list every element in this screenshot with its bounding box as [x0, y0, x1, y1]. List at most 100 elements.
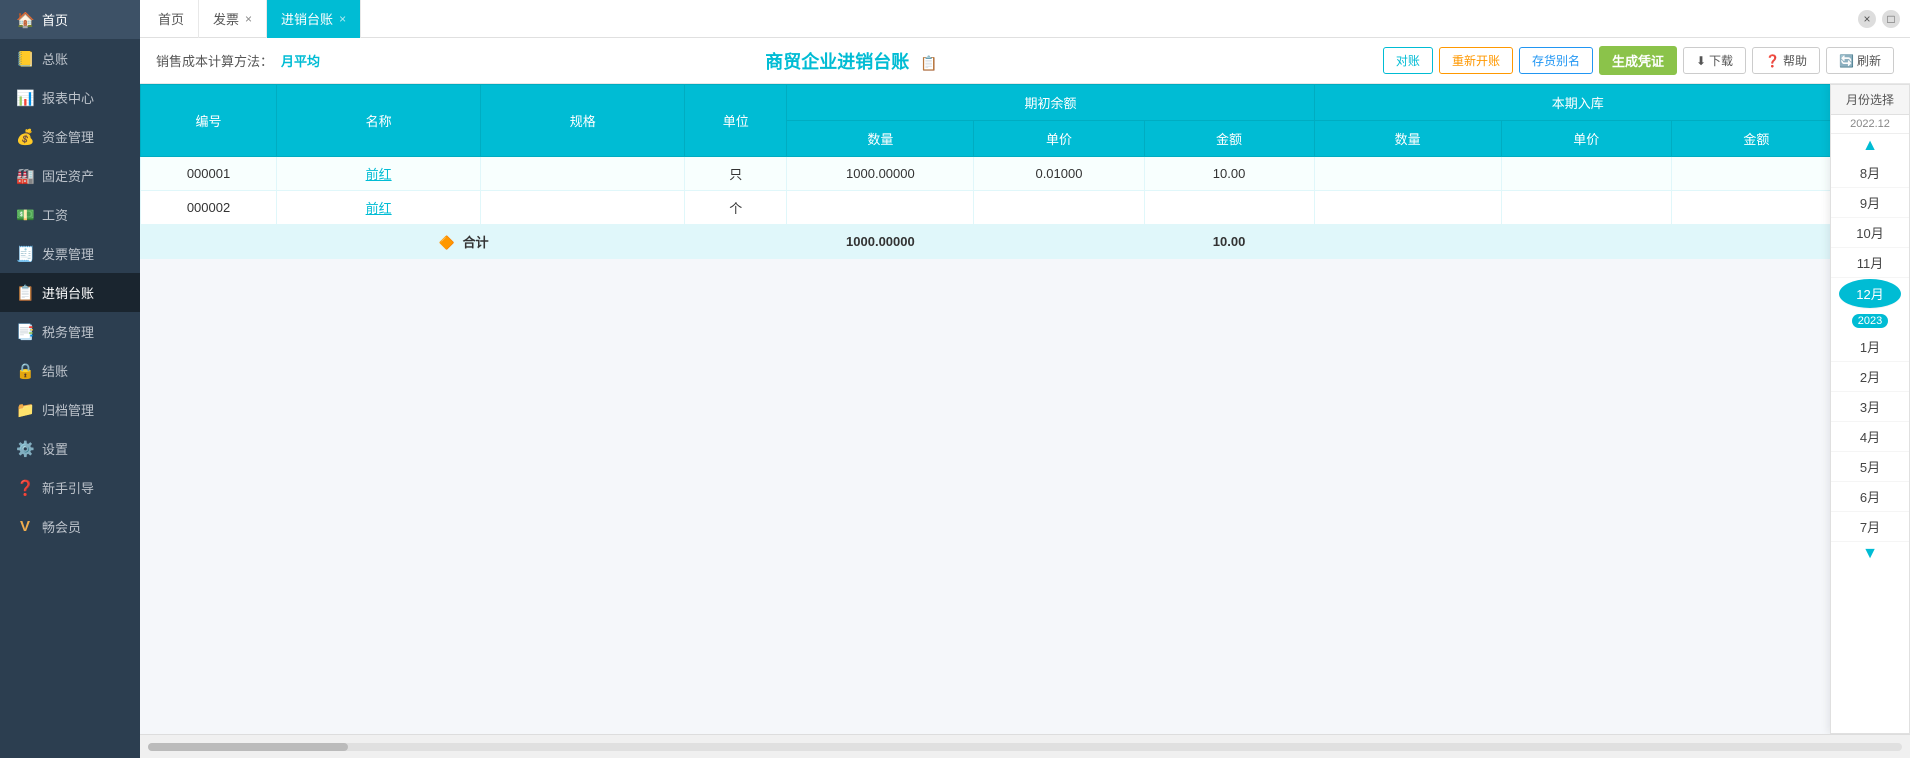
month-year-2022: 2022.12: [1831, 115, 1909, 134]
cell-amount-in: [1671, 157, 1841, 191]
toolbar: 销售成本计算方法： 月平均 商贸企业进销台账 📋 对账 重新开账 存货别名 生成…: [140, 38, 1910, 84]
sidebar-item-label: 工资: [42, 205, 68, 224]
maximize-window-button[interactable]: □: [1882, 10, 1900, 28]
total-amount-in: [1671, 225, 1841, 259]
reopen-button[interactable]: 重新开账: [1439, 47, 1513, 74]
inventory-table: 编号 名称 规格 单位 期初余额 本期入库 数 数量 单价 金额 数: [140, 84, 1910, 259]
total-label: 🔶 合计: [141, 225, 787, 259]
tab-home[interactable]: 首页: [144, 0, 199, 38]
sidebar-item-member[interactable]: V 畅会员: [0, 507, 140, 546]
month-item-9[interactable]: 9月: [1831, 188, 1909, 218]
col-header-name: 名称: [277, 85, 481, 157]
tab-label: 进销台账: [281, 9, 333, 28]
table-row: 000002 前红 个: [141, 191, 1910, 225]
sidebar-item-fixed-assets[interactable]: 🏭 固定资产: [0, 156, 140, 195]
sidebar: 🏠 首页 📒 总账 📊 报表中心 💰 资金管理 🏭 固定资产 💵 工资 🧾 发票…: [0, 0, 140, 758]
month-item-12-active[interactable]: 12月: [1839, 279, 1901, 309]
col-sub-qty-in: 数量: [1314, 121, 1501, 157]
scrollbar-thumb[interactable]: [148, 743, 348, 751]
page-title: 商贸企业进销台账 📋: [328, 48, 1375, 74]
refresh-button[interactable]: 🔄 刷新: [1826, 47, 1894, 74]
col-sub-amount-open: 金额: [1144, 121, 1314, 157]
cell-amount-in: [1671, 191, 1841, 225]
ledger-icon: 📒: [16, 50, 34, 68]
sidebar-item-fund-management[interactable]: 💰 资金管理: [0, 117, 140, 156]
sidebar-item-purchase-sales[interactable]: 📋 进销台账: [0, 273, 140, 312]
month-item-4[interactable]: 4月: [1831, 422, 1909, 452]
tab-invoice[interactable]: 发票 ×: [199, 0, 267, 38]
scrollbar[interactable]: [140, 734, 1910, 758]
sidebar-item-closing[interactable]: 🔒 结账: [0, 351, 140, 390]
sidebar-item-label: 畅会员: [42, 517, 81, 536]
salary-icon: 💵: [16, 206, 34, 224]
report-icon: 📊: [16, 89, 34, 107]
cell-qty-open: [787, 191, 974, 225]
col-header-code: 编号: [141, 85, 277, 157]
tax-icon: 📑: [16, 323, 34, 341]
tab-close-purchase-sales[interactable]: ×: [339, 12, 346, 26]
cell-qty-in: [1314, 191, 1501, 225]
total-qty-open: 1000.00000: [787, 225, 974, 259]
sidebar-item-salary[interactable]: 💵 工资: [0, 195, 140, 234]
sidebar-item-guide[interactable]: ❓ 新手引导: [0, 468, 140, 507]
sidebar-item-archive-management[interactable]: 📁 归档管理: [0, 390, 140, 429]
save-alias-button[interactable]: 存货别名: [1519, 47, 1593, 74]
sidebar-item-report-center[interactable]: 📊 报表中心: [0, 78, 140, 117]
col-sub-price-open: 单价: [974, 121, 1144, 157]
main-area: 首页 发票 × 进销台账 × × □ 销售成本计算方法： 月平均 商贸企业进销台…: [140, 0, 1910, 758]
cost-method-value: 月平均: [281, 51, 320, 70]
cell-unit: 个: [685, 191, 787, 225]
month-item-2[interactable]: 2月: [1831, 362, 1909, 392]
cell-code: 000001: [141, 157, 277, 191]
sidebar-item-settings[interactable]: ⚙️ 设置: [0, 429, 140, 468]
sidebar-item-invoice-management[interactable]: 🧾 发票管理: [0, 234, 140, 273]
close-window-button[interactable]: ×: [1858, 10, 1876, 28]
month-item-10[interactable]: 10月: [1831, 218, 1909, 248]
download-button[interactable]: ⬇ 下载: [1683, 47, 1746, 74]
total-qty-in: [1314, 225, 1501, 259]
month-item-6[interactable]: 6月: [1831, 482, 1909, 512]
month-nav-down[interactable]: ▼: [1831, 542, 1909, 566]
assets-icon: 🏭: [16, 167, 34, 185]
toolbar-actions: 对账 重新开账 存货别名 生成凭证 ⬇ 下载 ❓ 帮助 🔄 刷新: [1383, 46, 1894, 75]
help-button[interactable]: ❓ 帮助: [1752, 47, 1820, 74]
invoice-icon: 🧾: [16, 245, 34, 263]
sidebar-item-label: 首页: [42, 10, 68, 29]
month-item-3[interactable]: 3月: [1831, 392, 1909, 422]
month-item-8[interactable]: 8月: [1831, 158, 1909, 188]
content: 销售成本计算方法： 月平均 商贸企业进销台账 📋 对账 重新开账 存货别名 生成…: [140, 38, 1910, 758]
sidebar-item-label: 归档管理: [42, 400, 94, 419]
scrollbar-track[interactable]: [148, 743, 1902, 751]
month-item-1[interactable]: 1月: [1831, 332, 1909, 362]
generate-voucher-button[interactable]: 生成凭证: [1599, 46, 1677, 75]
sidebar-item-label: 税务管理: [42, 322, 94, 341]
archive-icon: 📁: [16, 401, 34, 419]
tab-close-invoice[interactable]: ×: [245, 12, 252, 26]
cell-code: 000002: [141, 191, 277, 225]
title-text: 商贸企业进销台账: [765, 52, 909, 72]
tab-label: 发票: [213, 9, 239, 28]
cell-qty-open: 1000.00000: [787, 157, 974, 191]
col-sub-price-in: 单价: [1501, 121, 1671, 157]
tab-purchase-sales[interactable]: 进销台账 ×: [267, 0, 361, 38]
cell-amount-open: [1144, 191, 1314, 225]
duizhang-button[interactable]: 对账: [1383, 47, 1433, 74]
month-item-5[interactable]: 5月: [1831, 452, 1909, 482]
month-nav-up[interactable]: ▲: [1831, 134, 1909, 158]
sidebar-item-label: 结账: [42, 361, 68, 380]
month-item-7[interactable]: 7月: [1831, 512, 1909, 542]
sidebar-item-label: 设置: [42, 439, 68, 458]
month-item-11[interactable]: 11月: [1831, 248, 1909, 278]
cell-qty-in: [1314, 157, 1501, 191]
col-header-unit: 单位: [685, 85, 787, 157]
download-icon: ⬇: [1696, 54, 1706, 68]
help-label: 帮助: [1783, 52, 1807, 69]
guide-icon: ❓: [16, 479, 34, 497]
table-container: 编号 名称 规格 单位 期初余额 本期入库 数 数量 单价 金额 数: [140, 84, 1910, 734]
sidebar-item-label: 资金管理: [42, 127, 94, 146]
sidebar-item-home[interactable]: 🏠 首页: [0, 0, 140, 39]
cell-price-in: [1501, 191, 1671, 225]
sidebar-item-general-ledger[interactable]: 📒 总账: [0, 39, 140, 78]
col-header-current-in: 本期入库: [1314, 85, 1841, 121]
sidebar-item-tax-management[interactable]: 📑 税务管理: [0, 312, 140, 351]
